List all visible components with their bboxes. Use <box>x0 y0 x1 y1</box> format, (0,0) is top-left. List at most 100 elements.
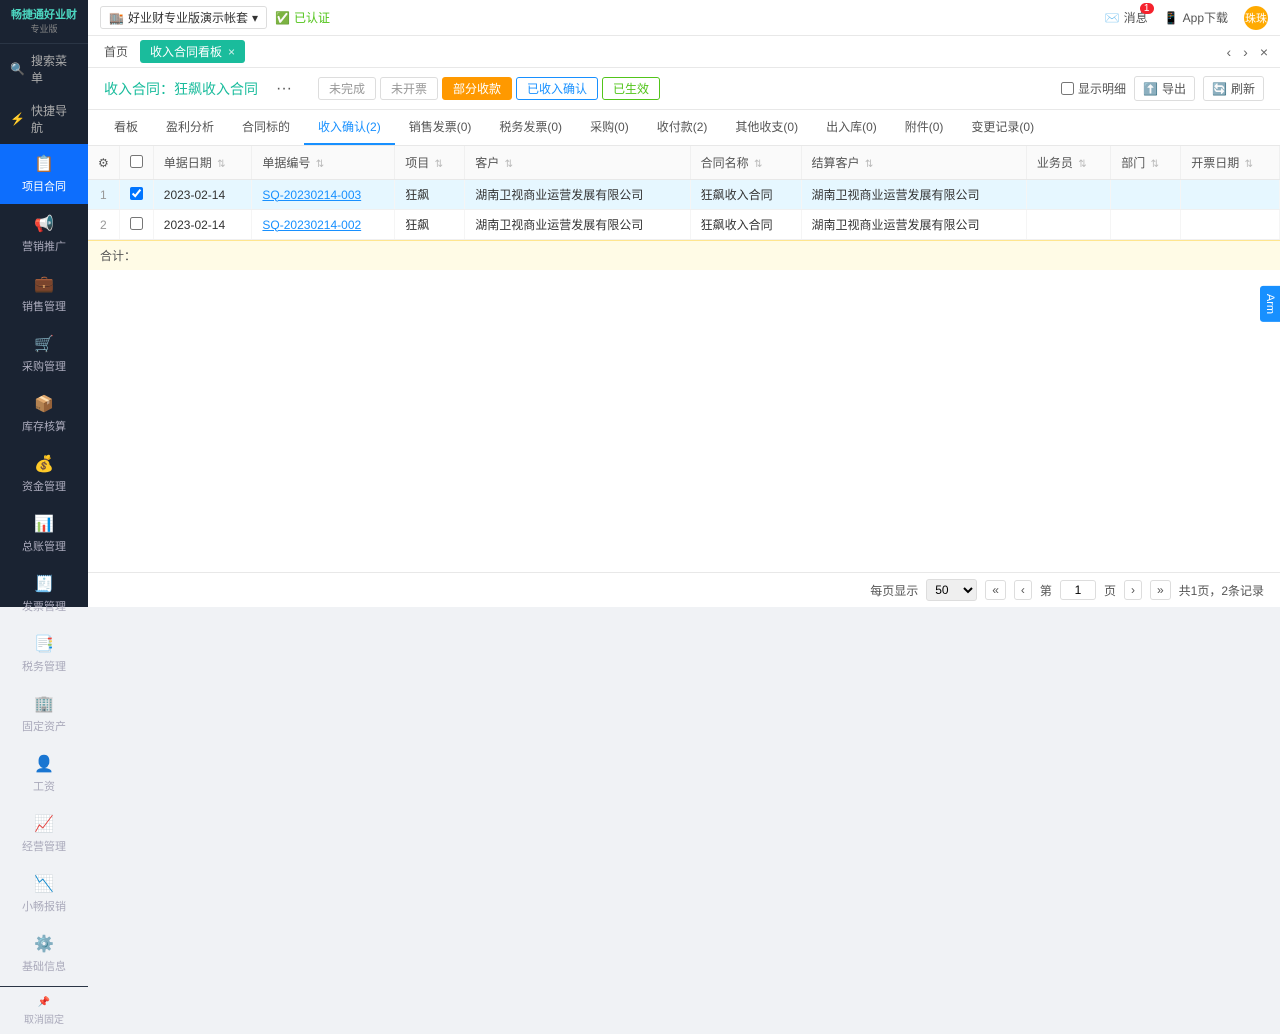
sort-invoice-date-icon[interactable]: ⇅ <box>1245 159 1253 170</box>
row-checkbox[interactable] <box>130 217 143 230</box>
status-btn-已收入确认[interactable]: 已收入确认 <box>516 77 598 100</box>
invoice-icon: 🧾 <box>34 574 54 594</box>
sort-customer-icon[interactable]: ⇅ <box>505 159 513 170</box>
sidebar-item-general[interactable]: 📊总账管理 <box>0 504 88 564</box>
status-btn-部分收款[interactable]: 部分收款 <box>442 77 512 100</box>
sidebar-search[interactable]: 🔍 搜索菜单 <box>0 44 88 94</box>
prev-page-button[interactable]: ‹ <box>1014 580 1032 600</box>
table-row[interactable]: 2 2023-02-14 SQ-20230214-002 狂飙 湖南卫视商业运营… <box>88 210 1280 240</box>
inner-tab-销售发票[interactable]: 销售发票(0) <box>395 110 486 145</box>
tab-prev-button[interactable]: ‹ <box>1222 42 1235 62</box>
org-icon: 🏬 <box>109 11 124 25</box>
per-page-select[interactable]: 102050100 <box>926 579 977 601</box>
lock-nav-button[interactable]: 📌 取消固定 <box>0 989 88 1034</box>
inner-tab-收入确认[interactable]: 收入确认(2) <box>304 110 395 145</box>
sidebar-item-label: 固定资产 <box>22 718 66 734</box>
sidebar-item-invoice[interactable]: 🧾 发票管理 <box>0 564 88 624</box>
row-dept <box>1111 210 1181 240</box>
tab-active[interactable]: 收入合同看板 × <box>140 40 245 63</box>
sidebar-item-sales[interactable]: 💼销售管理 <box>0 264 88 324</box>
row-contract: 狂飙收入合同 <box>690 210 801 240</box>
settings-icon[interactable]: ⚙ <box>98 156 109 170</box>
sidebar-item-project[interactable]: 📋项目合同 <box>0 144 88 204</box>
export-button[interactable]: ⬆️ 导出 <box>1134 76 1195 101</box>
sidebar-item-base[interactable]: ⚙️基础信息 <box>0 924 88 984</box>
hr-icon: 👤 <box>34 754 54 774</box>
status-btn-未完成[interactable]: 未完成 <box>318 77 376 100</box>
inner-tab-合同标的[interactable]: 合同标的 <box>228 110 304 145</box>
order-no-link[interactable]: SQ-20230214-002 <box>262 218 361 232</box>
search-icon: 🔍 <box>10 62 25 76</box>
order-no-link[interactable]: SQ-20230214-003 <box>262 188 361 202</box>
col-project-label: 项目 <box>405 156 429 170</box>
contract-more-button[interactable]: ··· <box>270 78 298 100</box>
tab-home[interactable]: 首页 <box>96 39 136 64</box>
tab-close-button[interactable]: × <box>228 45 235 59</box>
next-page-button[interactable]: › <box>1124 580 1142 600</box>
col-salesperson-label: 业务员 <box>1037 156 1073 170</box>
page-input[interactable] <box>1060 580 1096 600</box>
app-download-button[interactable]: 📱 App下载 <box>1164 9 1228 26</box>
inner-tab-收付款[interactable]: 收付款(2) <box>643 110 722 145</box>
show-detail-checkbox[interactable] <box>1061 82 1074 95</box>
sticky-right-button[interactable]: Arm <box>1260 285 1280 321</box>
org-dropdown-icon: ▾ <box>252 11 258 25</box>
sidebar-quick-nav[interactable]: ⚡ 快捷导航 <box>0 94 88 144</box>
inner-tab-其他收支[interactable]: 其他收支(0) <box>721 110 812 145</box>
sidebar-item-label: 资金管理 <box>22 478 66 494</box>
user-avatar[interactable]: 珠珠 <box>1244 6 1268 30</box>
sort-dept-icon[interactable]: ⇅ <box>1151 159 1159 170</box>
sidebar-item-purchase[interactable]: 🛒采购管理 <box>0 324 88 384</box>
status-btn-未开票[interactable]: 未开票 <box>380 77 438 100</box>
lock-label: 取消固定 <box>24 1011 64 1026</box>
main-area: 🏬 好业财专业版演示帐套 ▾ ✅ 已认证 ✉️ 1 消息 📱 App下载 珠珠 <box>88 0 1280 607</box>
contract-status-buttons: 未完成未开票部分收款已收入确认已生效 <box>318 77 660 100</box>
status-btn-已生效[interactable]: 已生效 <box>602 77 660 100</box>
last-page-button[interactable]: » <box>1150 580 1171 600</box>
sidebar-item-assets[interactable]: 🏢固定资产 <box>0 684 88 744</box>
message-button[interactable]: ✉️ 1 消息 <box>1105 9 1148 26</box>
col-project: 项目 ⇅ <box>395 146 465 180</box>
inner-tab-采购[interactable]: 采购(0) <box>576 110 643 145</box>
inner-tab-变更记录[interactable]: 变更记录(0) <box>957 110 1048 145</box>
inner-tab-看板[interactable]: 看板 <box>100 110 152 145</box>
table-row[interactable]: 1 2023-02-14 SQ-20230214-003 狂飙 湖南卫视商业运营… <box>88 180 1280 210</box>
sort-project-icon[interactable]: ⇅ <box>435 159 443 170</box>
tab-close-all-button[interactable]: × <box>1256 42 1272 62</box>
show-detail-toggle[interactable]: 显示明细 <box>1061 80 1126 97</box>
sidebar-item-tax[interactable]: 📑税务管理 <box>0 624 88 684</box>
sidebar-nav: 📋项目合同📢营销推广💼销售管理🛒采购管理📦库存核算💰资金管理📊总账管理 🧾 发票管理… <box>0 144 88 984</box>
sidebar-item-label: 工资 <box>33 778 55 794</box>
sort-date-icon[interactable]: ⇅ <box>217 159 225 170</box>
row-project: 狂飙 <box>395 210 465 240</box>
sidebar-item-hr[interactable]: 👤 工资 <box>0 744 88 804</box>
sort-settle-icon[interactable]: ⇅ <box>865 159 873 170</box>
row-project: 狂飙 <box>395 180 465 210</box>
pagination: 每页显示 102050100 « ‹ 第 页 › » 共1页，2条记录 <box>88 572 1280 607</box>
inner-tab-出入库[interactable]: 出入库(0) <box>812 110 891 145</box>
org-selector[interactable]: 🏬 好业财专业版演示帐套 ▾ <box>100 6 267 29</box>
refresh-button[interactable]: 🔄 刷新 <box>1203 76 1264 101</box>
data-table: ⚙ 单据日期 ⇅ 单据编号 ⇅ <box>88 146 1280 240</box>
row-checkbox[interactable] <box>130 187 143 200</box>
first-page-button[interactable]: « <box>985 580 1006 600</box>
sort-salesperson-icon[interactable]: ⇅ <box>1078 159 1086 170</box>
inner-tab-税务发票[interactable]: 税务发票(0) <box>485 110 576 145</box>
avatar: 珠珠 <box>1244 6 1268 30</box>
sidebar-item-fund[interactable]: 💰资金管理 <box>0 444 88 504</box>
tab-next-button[interactable]: › <box>1239 42 1252 62</box>
select-all-checkbox[interactable] <box>130 155 143 168</box>
sidebar-item-inventory[interactable]: 📦库存核算 <box>0 384 88 444</box>
sort-contract-icon[interactable]: ⇅ <box>754 159 762 170</box>
row-salesperson <box>1026 180 1110 210</box>
sidebar-item-marketing[interactable]: 📢营销推广 <box>0 204 88 264</box>
sales-icon: 💼 <box>34 274 54 294</box>
sidebar-item-reports[interactable]: 📉小畅报销 <box>0 864 88 924</box>
sidebar-item-mgmt[interactable]: 📈经营管理 <box>0 804 88 864</box>
inner-tab-盈利分析[interactable]: 盈利分析 <box>152 110 228 145</box>
sidebar: 畅捷通好业财 专业版 🔍 搜索菜单 ⚡ 快捷导航 📋项目合同📢营销推广💼销售管理… <box>0 0 88 607</box>
inner-tab-附件[interactable]: 附件(0) <box>891 110 958 145</box>
row-settle: 湖南卫视商业运营发展有限公司 <box>801 210 1026 240</box>
sidebar-item-label: 发票管理 <box>22 598 66 614</box>
sort-order-icon[interactable]: ⇅ <box>316 159 324 170</box>
